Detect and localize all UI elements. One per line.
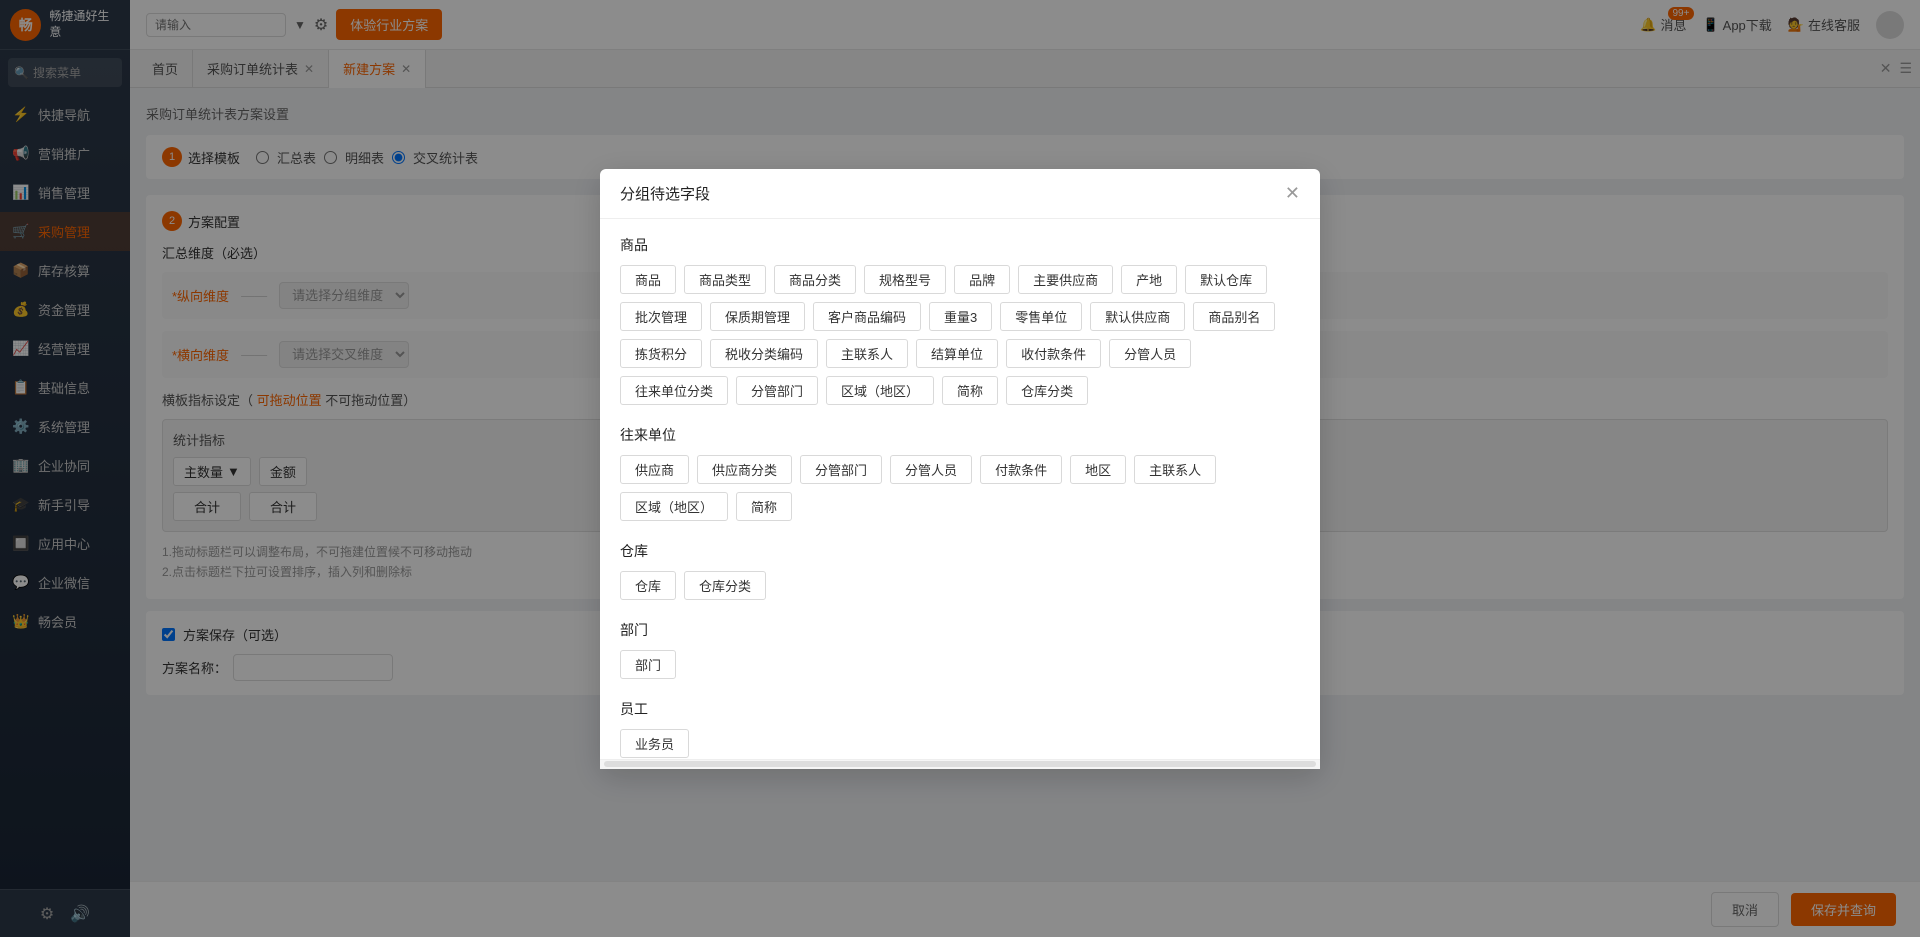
field-tag-仓库分类[interactable]: 仓库分类 <box>1006 376 1088 405</box>
field-tag-零售单位[interactable]: 零售单位 <box>1000 302 1082 331</box>
dialog-body[interactable]: 商品商品商品类型商品分类规格型号品牌主要供应商产地默认仓库批次管理保质期管理客户… <box>600 219 1320 759</box>
field-grid-department: 部门 <box>620 650 1300 679</box>
field-tag-重量3[interactable]: 重量3 <box>929 302 992 331</box>
field-tag-拣货积分[interactable]: 拣货积分 <box>620 339 702 368</box>
field-tag-分管部门[interactable]: 分管部门 <box>736 376 818 405</box>
field-tag-税收分类编码[interactable]: 税收分类编码 <box>710 339 818 368</box>
field-section-title-warehouse: 仓库 <box>620 541 1300 561</box>
field-tag-区域（地区）[interactable]: 区域（地区） <box>826 376 934 405</box>
field-tag-结算单位[interactable]: 结算单位 <box>916 339 998 368</box>
field-tag-简称[interactable]: 简称 <box>736 492 792 521</box>
field-section-product: 商品商品商品类型商品分类规格型号品牌主要供应商产地默认仓库批次管理保质期管理客户… <box>620 235 1300 405</box>
field-tag-主要供应商[interactable]: 主要供应商 <box>1018 265 1113 294</box>
field-grid-product: 商品商品类型商品分类规格型号品牌主要供应商产地默认仓库批次管理保质期管理客户商品… <box>620 265 1300 405</box>
dialog-title: 分组待选字段 <box>620 183 710 204</box>
field-tag-客户商品编码[interactable]: 客户商品编码 <box>813 302 921 331</box>
field-tag-区域（地区）[interactable]: 区域（地区） <box>620 492 728 521</box>
modal-overlay: 分组待选字段 ✕ 商品商品商品类型商品分类规格型号品牌主要供应商产地默认仓库批次… <box>0 0 1920 937</box>
field-section-title-counterpart: 往来单位 <box>620 425 1300 445</box>
field-section-title-employee: 员工 <box>620 699 1300 719</box>
field-section-department: 部门部门 <box>620 620 1300 679</box>
field-tag-供应商分类[interactable]: 供应商分类 <box>697 455 792 484</box>
field-tag-分管人员[interactable]: 分管人员 <box>1109 339 1191 368</box>
field-tag-商品别名[interactable]: 商品别名 <box>1193 302 1275 331</box>
field-tag-默认仓库[interactable]: 默认仓库 <box>1185 265 1267 294</box>
field-tag-部门[interactable]: 部门 <box>620 650 676 679</box>
field-tag-规格型号[interactable]: 规格型号 <box>864 265 946 294</box>
field-tag-供应商[interactable]: 供应商 <box>620 455 689 484</box>
field-tag-批次管理[interactable]: 批次管理 <box>620 302 702 331</box>
field-grid-employee: 业务员 <box>620 729 1300 758</box>
field-grid-warehouse: 仓库仓库分类 <box>620 571 1300 600</box>
field-tag-往来单位分类[interactable]: 往来单位分类 <box>620 376 728 405</box>
field-tag-商品类型[interactable]: 商品类型 <box>684 265 766 294</box>
dialog-horizontal-scrollbar[interactable] <box>600 759 1320 769</box>
field-tag-简称[interactable]: 简称 <box>942 376 998 405</box>
field-tag-品牌[interactable]: 品牌 <box>954 265 1010 294</box>
dialog-close-button[interactable]: ✕ <box>1285 183 1300 204</box>
field-section-warehouse: 仓库仓库仓库分类 <box>620 541 1300 600</box>
field-section-counterpart: 往来单位供应商供应商分类分管部门分管人员付款条件地区主联系人区域（地区） 简称 <box>620 425 1300 521</box>
field-tag-商品分类[interactable]: 商品分类 <box>774 265 856 294</box>
field-grid-counterpart: 供应商供应商分类分管部门分管人员付款条件地区主联系人区域（地区） 简称 <box>620 455 1300 521</box>
field-tag-收付款条件[interactable]: 收付款条件 <box>1006 339 1101 368</box>
field-tag-地区[interactable]: 地区 <box>1070 455 1126 484</box>
field-tag-产地[interactable]: 产地 <box>1121 265 1177 294</box>
field-tag-业务员[interactable]: 业务员 <box>620 729 689 758</box>
field-tag-仓库分类[interactable]: 仓库分类 <box>684 571 766 600</box>
field-tag-仓库[interactable]: 仓库 <box>620 571 676 600</box>
field-section-title-product: 商品 <box>620 235 1300 255</box>
field-select-dialog: 分组待选字段 ✕ 商品商品商品类型商品分类规格型号品牌主要供应商产地默认仓库批次… <box>600 169 1320 769</box>
field-tag-分管部门[interactable]: 分管部门 <box>800 455 882 484</box>
field-tag-分管人员[interactable]: 分管人员 <box>890 455 972 484</box>
dialog-header: 分组待选字段 ✕ <box>600 169 1320 219</box>
field-section-employee: 员工业务员 <box>620 699 1300 758</box>
field-tag-默认供应商[interactable]: 默认供应商 <box>1090 302 1185 331</box>
hscroll-thumb <box>604 761 1316 767</box>
field-tag-主联系人[interactable]: 主联系人 <box>1134 455 1216 484</box>
field-tag-付款条件[interactable]: 付款条件 <box>980 455 1062 484</box>
field-section-title-department: 部门 <box>620 620 1300 640</box>
field-tag-保质期管理[interactable]: 保质期管理 <box>710 302 805 331</box>
field-tag-商品[interactable]: 商品 <box>620 265 676 294</box>
field-tag-主联系人[interactable]: 主联系人 <box>826 339 908 368</box>
